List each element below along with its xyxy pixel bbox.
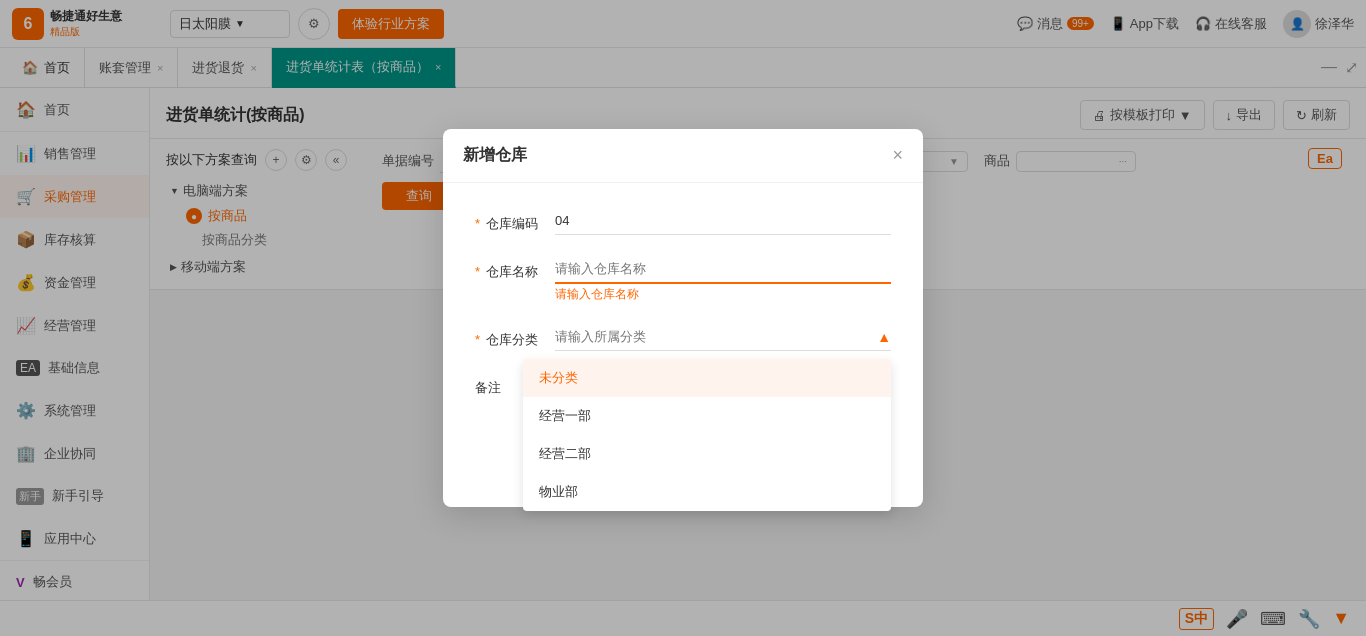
dropdown-item-uncategorized[interactable]: 未分类 xyxy=(523,359,891,397)
category-field: ▲ 未分类 经营一部 经营二部 物业部 xyxy=(555,323,891,351)
code-field xyxy=(555,207,891,235)
name-label: * 仓库名称 xyxy=(475,263,555,281)
category-label: * 仓库分类 xyxy=(475,331,555,349)
dropdown-item-dept1[interactable]: 经营一部 xyxy=(523,397,891,435)
modal-header: 新增仓库 × xyxy=(443,129,923,183)
modal-overlay[interactable]: 新增仓库 × * 仓库编码 * 仓库名称 xyxy=(0,0,1366,636)
form-row-category: * 仓库分类 ▲ 未分类 经营一部 经营二部 物业部 xyxy=(475,323,891,351)
name-error-message: 请输入仓库名称 xyxy=(555,286,891,303)
add-warehouse-modal: 新增仓库 × * 仓库编码 * 仓库名称 xyxy=(443,129,923,507)
category-arrow-icon[interactable]: ▲ xyxy=(877,329,891,345)
form-row-code: * 仓库编码 xyxy=(475,207,891,235)
category-field-label: 仓库分类 xyxy=(486,332,538,347)
modal-body: * 仓库编码 * 仓库名称 请输入仓库名称 xyxy=(443,183,923,443)
category-dropdown: 未分类 经营一部 经营二部 物业部 xyxy=(523,359,891,511)
warehouse-code-input[interactable] xyxy=(555,207,891,235)
warehouse-name-input[interactable] xyxy=(555,255,891,284)
code-field-label: 仓库编码 xyxy=(486,216,538,231)
name-field: 请输入仓库名称 xyxy=(555,255,891,303)
dropdown-item-dept2[interactable]: 经营二部 xyxy=(523,435,891,473)
code-label: * 仓库编码 xyxy=(475,215,555,233)
warehouse-category-input[interactable] xyxy=(555,323,891,351)
name-field-label: 仓库名称 xyxy=(486,264,538,279)
required-star-name: * xyxy=(475,264,480,279)
required-star-category: * xyxy=(475,332,480,347)
modal-title: 新增仓库 xyxy=(463,145,527,166)
modal-close-button[interactable]: × xyxy=(892,145,903,166)
required-star-code: * xyxy=(475,216,480,231)
dropdown-item-dept3[interactable]: 物业部 xyxy=(523,473,891,511)
form-row-name: * 仓库名称 请输入仓库名称 xyxy=(475,255,891,303)
